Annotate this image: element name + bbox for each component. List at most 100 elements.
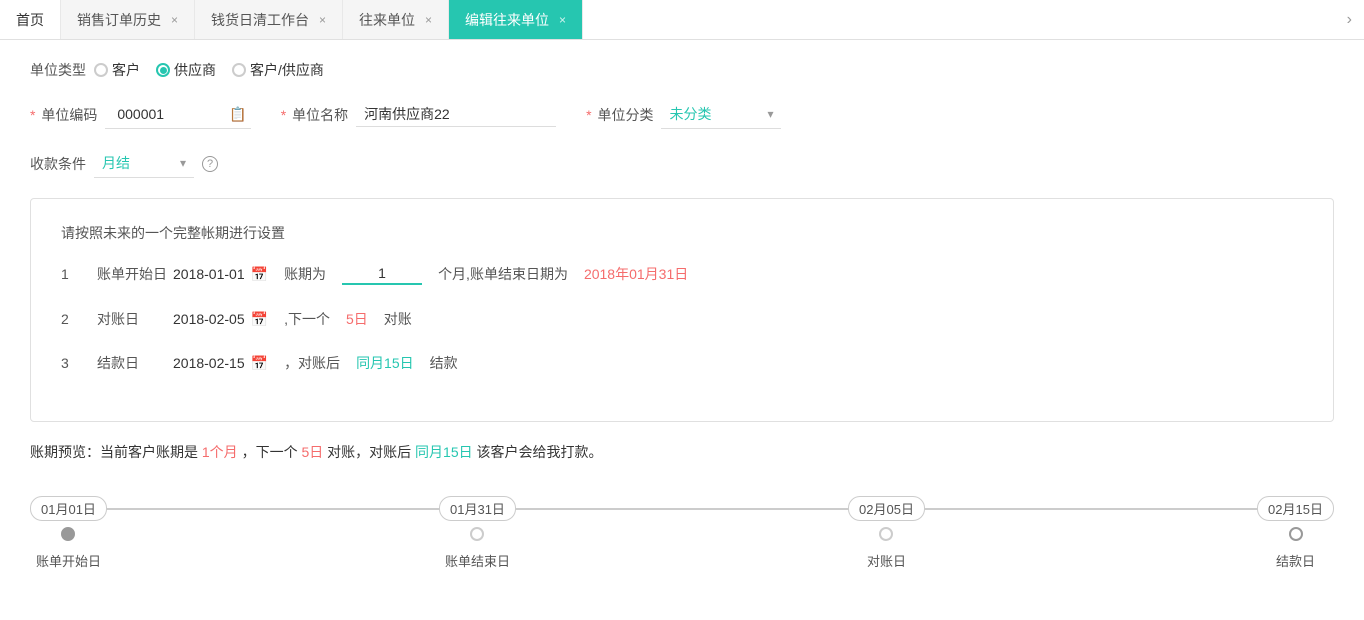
unit-code-field: * 单位编码 📋 bbox=[30, 100, 251, 129]
timeline-node-3: 02月15日 结款日 bbox=[1257, 496, 1334, 570]
tab-partner-unit-close[interactable]: × bbox=[425, 13, 432, 27]
tab-scroll-arrow[interactable]: › bbox=[1335, 0, 1364, 39]
period-input[interactable] bbox=[342, 263, 422, 285]
payment-terms-select[interactable]: 月结 ▾ bbox=[94, 149, 194, 178]
node-3-date: 02月15日 bbox=[1257, 496, 1334, 521]
unit-category-label: * 单位分类 bbox=[586, 105, 653, 125]
row-1-mid: 账期为 bbox=[284, 264, 326, 284]
unit-code-icon[interactable]: 📋 bbox=[229, 106, 246, 123]
timeline-node-2: 02月05日 对账日 bbox=[848, 496, 925, 570]
row-2-cal-icon[interactable]: 📅 bbox=[251, 311, 268, 328]
unit-info-row: * 单位编码 📋 * 单位名称 * 单位分类 未分类 ▾ bbox=[30, 100, 1334, 129]
unit-category-select[interactable]: 未分类 ▾ bbox=[661, 100, 781, 129]
tab-home[interactable]: 首页 bbox=[0, 0, 61, 39]
preview-text: 账期预览：当前客户账期是 1个月 ，下一个 5日 对账，对账后 同月15日 该客… bbox=[30, 442, 1334, 462]
node-1-label: 账单结束日 bbox=[445, 551, 510, 570]
node-1-dot bbox=[470, 527, 484, 541]
payment-terms-help[interactable]: ? bbox=[202, 156, 218, 172]
row-2-date-val: 2018-02-05 bbox=[173, 311, 245, 327]
row-1-num: 1 bbox=[61, 266, 81, 282]
node-0-label: 账单开始日 bbox=[36, 551, 101, 570]
node-3-dot bbox=[1289, 527, 1303, 541]
row-3-suffix: 结款 bbox=[430, 353, 458, 373]
preview-part2: ，下一个 bbox=[242, 444, 298, 460]
preview-part4: 对账，对账后 bbox=[327, 444, 411, 460]
unit-code-input[interactable] bbox=[109, 102, 229, 126]
unit-name-input[interactable] bbox=[356, 102, 556, 127]
tab-edit-partner-close[interactable]: × bbox=[559, 13, 566, 27]
row-3-date-wrap: 2018-02-15 📅 bbox=[173, 355, 268, 372]
row-3-prefix: ，对账后 bbox=[284, 353, 340, 373]
payment-terms-field: 收款条件 月结 ▾ ? bbox=[30, 149, 218, 178]
unit-type-radio-group: 客户 供应商 客户/供应商 bbox=[94, 60, 324, 80]
unit-code-star: * bbox=[30, 107, 35, 123]
timeline-node-0: 01月01日 账单开始日 bbox=[30, 496, 107, 570]
unit-name-star: * bbox=[281, 107, 286, 123]
setting-row-1: 1 账单开始日 2018-01-01 📅 账期为 个月,账单结束日期为 2018… bbox=[61, 263, 1303, 285]
row-1-label: 账单开始日 bbox=[97, 264, 157, 284]
radio-both-circle bbox=[232, 63, 246, 77]
row-3-num: 3 bbox=[61, 355, 81, 371]
node-3-label: 结款日 bbox=[1276, 551, 1315, 570]
unit-name-label: * 单位名称 bbox=[281, 105, 348, 125]
node-0-date: 01月01日 bbox=[30, 496, 107, 521]
preview-label: 账期预览：当前客户账期是 bbox=[30, 444, 198, 460]
settings-box: 请按照未来的一个完整帐期进行设置 1 账单开始日 2018-01-01 📅 账期… bbox=[30, 198, 1334, 422]
tab-edit-partner[interactable]: 编辑往来单位 × bbox=[449, 0, 583, 39]
unit-type-row: 单位类型 客户 供应商 客户/供应商 bbox=[30, 60, 1334, 80]
timeline-node-1: 01月31日 账单结束日 bbox=[439, 496, 516, 570]
radio-supplier-circle bbox=[156, 63, 170, 77]
unit-code-label: * 单位编码 bbox=[30, 105, 97, 125]
row-1-date-val: 2018-01-01 bbox=[173, 266, 245, 282]
tab-sales-history-label: 销售订单历史 bbox=[77, 10, 161, 30]
radio-both[interactable]: 客户/供应商 bbox=[232, 60, 324, 80]
row-3-date-val: 2018-02-15 bbox=[173, 355, 245, 371]
row-1-end-date: 2018年01月31日 bbox=[584, 264, 688, 284]
setting-row-2: 2 对账日 2018-02-05 📅 ,下一个 5日 对账 bbox=[61, 309, 1303, 329]
timeline-nodes: 01月01日 账单开始日 01月31日 账单结束日 02月05日 对账日 02月… bbox=[30, 496, 1334, 570]
preview-part3: 5日 bbox=[301, 444, 323, 460]
row-3-cal-icon[interactable]: 📅 bbox=[251, 355, 268, 372]
row-2-date-wrap: 2018-02-05 📅 bbox=[173, 311, 268, 328]
node-2-date: 02月05日 bbox=[848, 496, 925, 521]
preview-part6: 该客户会给我打款。 bbox=[477, 444, 603, 460]
setting-row-3: 3 结款日 2018-02-15 📅 ，对账后 同月15日 结款 bbox=[61, 353, 1303, 373]
row-1-suffix: 个月,账单结束日期为 bbox=[438, 264, 568, 284]
unit-code-input-wrap: 📋 bbox=[105, 100, 250, 129]
row-2-highlight: 5日 bbox=[346, 309, 368, 329]
radio-supplier[interactable]: 供应商 bbox=[156, 60, 216, 80]
unit-category-value: 未分类 bbox=[669, 104, 763, 124]
settings-title: 请按照未来的一个完整帐期进行设置 bbox=[61, 223, 1303, 243]
node-1-date: 01月31日 bbox=[439, 496, 516, 521]
radio-customer-circle bbox=[94, 63, 108, 77]
tab-edit-partner-label: 编辑往来单位 bbox=[465, 10, 549, 30]
node-2-dot bbox=[879, 527, 893, 541]
tab-sales-history[interactable]: 销售订单历史 × bbox=[61, 0, 195, 39]
row-2-prefix: ,下一个 bbox=[284, 309, 330, 329]
radio-both-label: 客户/供应商 bbox=[250, 60, 324, 80]
tab-cash-work[interactable]: 钱货日清工作台 × bbox=[195, 0, 343, 39]
payment-terms-arrow: ▾ bbox=[180, 156, 186, 170]
row-1-date-wrap: 2018-01-01 📅 bbox=[173, 266, 268, 283]
tab-cash-work-close[interactable]: × bbox=[319, 13, 326, 27]
tab-partner-unit[interactable]: 往来单位 × bbox=[343, 0, 449, 39]
row-2-label: 对账日 bbox=[97, 309, 157, 329]
preview-part5: 同月15日 bbox=[415, 444, 473, 460]
preview-part1: 1个月 bbox=[202, 444, 238, 460]
row-2-num: 2 bbox=[61, 311, 81, 327]
node-2-label: 对账日 bbox=[867, 551, 906, 570]
radio-customer[interactable]: 客户 bbox=[94, 60, 140, 80]
row-1-cal-icon[interactable]: 📅 bbox=[251, 266, 268, 283]
unit-name-field: * 单位名称 bbox=[281, 102, 556, 127]
node-0-dot bbox=[61, 527, 75, 541]
radio-supplier-label: 供应商 bbox=[174, 60, 216, 80]
unit-type-field: 单位类型 客户 供应商 客户/供应商 bbox=[30, 60, 324, 80]
unit-category-star: * bbox=[586, 107, 591, 123]
unit-type-label: 单位类型 bbox=[30, 60, 86, 80]
row-3-label: 结款日 bbox=[97, 353, 157, 373]
radio-customer-label: 客户 bbox=[112, 60, 140, 80]
main-content: 单位类型 客户 供应商 客户/供应商 * 单位编码 bbox=[0, 40, 1364, 620]
row-3-highlight: 同月15日 bbox=[356, 353, 414, 373]
tab-sales-history-close[interactable]: × bbox=[171, 13, 178, 27]
row-2-suffix: 对账 bbox=[384, 309, 412, 329]
